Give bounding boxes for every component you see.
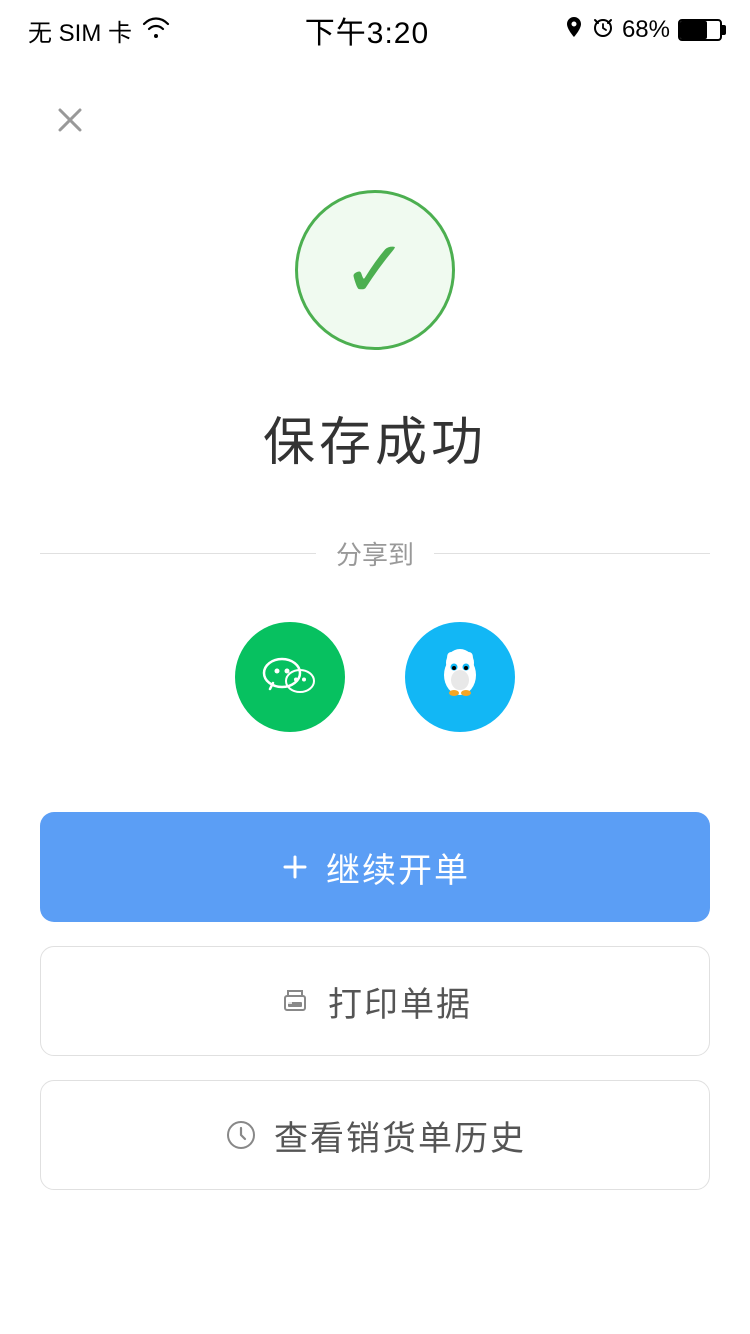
share-qq-button[interactable] (405, 622, 515, 732)
location-icon (564, 16, 584, 45)
success-circle: ✓ (295, 190, 455, 350)
status-time: 下午3:20 (305, 8, 429, 52)
status-left: 无 SIM 卡 (28, 13, 170, 48)
share-divider: 分享到 (40, 535, 710, 572)
battery-icon (678, 19, 722, 41)
history-label: 查看销货单历史 (274, 1111, 526, 1160)
plus-icon (280, 852, 310, 882)
wechat-icon (258, 645, 322, 709)
divider-right (434, 553, 710, 554)
checkmark-icon: ✓ (341, 230, 408, 310)
success-title: 保存成功 (263, 400, 487, 475)
action-buttons: 继续开单 打印单据 查看销货单历史 (40, 812, 710, 1190)
alarm-icon (592, 16, 614, 45)
print-button[interactable]: 打印单据 (40, 946, 710, 1056)
close-icon (52, 102, 88, 138)
wifi-icon (142, 16, 170, 45)
print-label: 打印单据 (328, 977, 472, 1026)
battery-percent: 68% (622, 16, 670, 44)
status-right: 68% (564, 16, 722, 45)
share-icons-row (235, 622, 515, 732)
divider-left (40, 553, 316, 554)
close-button[interactable] (40, 90, 100, 150)
page-content: ✓ 保存成功 分享到 (0, 60, 750, 1250)
continue-order-label: 继续开单 (326, 843, 470, 892)
history-icon (224, 1118, 258, 1152)
carrier-text: 无 SIM 卡 (28, 13, 132, 48)
qq-icon (428, 645, 492, 709)
print-icon (278, 984, 312, 1018)
continue-order-button[interactable]: 继续开单 (40, 812, 710, 922)
history-button[interactable]: 查看销货单历史 (40, 1080, 710, 1190)
share-label: 分享到 (336, 535, 414, 572)
status-bar: 无 SIM 卡 下午3:20 68% (0, 0, 750, 60)
share-wechat-button[interactable] (235, 622, 345, 732)
